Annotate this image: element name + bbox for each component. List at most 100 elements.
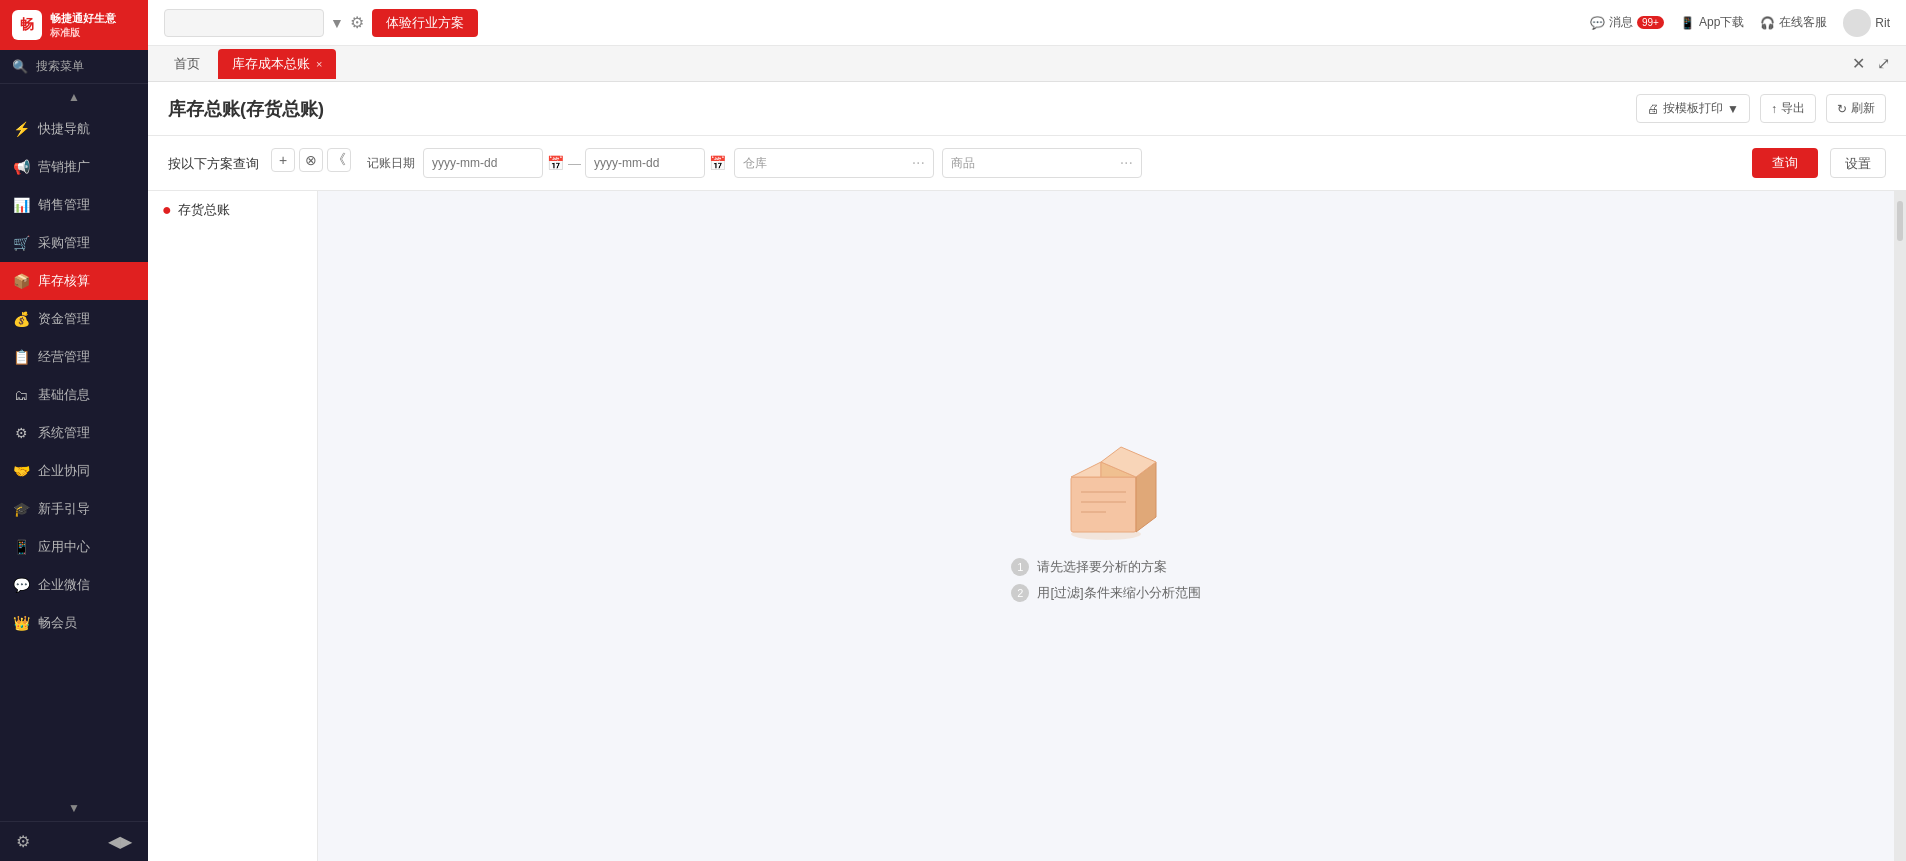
query-button[interactable]: 查询	[1752, 148, 1818, 178]
date-start-input[interactable]	[423, 148, 543, 178]
operations-icon: 📋	[12, 349, 30, 365]
topbar-search-area: ▼ ⚙	[164, 9, 364, 37]
filter-actions: + ⊗ 《	[271, 148, 351, 172]
search-menu-item[interactable]: 🔍 搜索菜单	[0, 50, 148, 84]
refresh-button[interactable]: ↻ 刷新	[1826, 94, 1886, 123]
scroll-up-arrow[interactable]: ▲	[66, 88, 82, 106]
empty-tips: 1 请先选择要分析的方案 2 用[过滤]条件来缩小分析范围	[1011, 558, 1200, 610]
tab-close-icon[interactable]: ×	[316, 58, 322, 70]
sidebar-item-system[interactable]: ⚙ 系统管理	[0, 414, 148, 452]
sidebar-bottom: ⚙ ◀▶	[0, 821, 148, 861]
sidebar-item-app-center[interactable]: 📱 应用中心	[0, 528, 148, 566]
topbar-right: 💬 消息 99+ 📱 App下载 🎧 在线客服 Rit	[1590, 9, 1890, 37]
message-item[interactable]: 💬 消息 99+	[1590, 14, 1664, 31]
topbar-gear-icon[interactable]: ⚙	[350, 13, 364, 32]
headset-icon: 🎧	[1760, 16, 1775, 30]
collapse-icon[interactable]: ◀▶	[108, 832, 132, 851]
tip-item-2: 2 用[过滤]条件来缩小分析范围	[1011, 584, 1200, 602]
print-button[interactable]: 🖨 按模板打印 ▼	[1636, 94, 1750, 123]
search-icon: 🔍	[12, 59, 28, 74]
sidebar-item-guide[interactable]: 🎓 新手引导	[0, 490, 148, 528]
base-info-icon: 🗂	[12, 387, 30, 403]
warehouse-select[interactable]: 仓库 ···	[734, 148, 934, 178]
sidebar-item-finance[interactable]: 💰 资金管理	[0, 300, 148, 338]
user-avatar-item[interactable]: Rit	[1843, 9, 1890, 37]
topbar: ▼ ⚙ 体验行业方案 💬 消息 99+ 📱 App下载 🎧 在线客服 Rit	[148, 0, 1906, 46]
content-area: ● 存货总账	[148, 191, 1906, 861]
sidebar-nav: ⚡ 快捷导航 📢 营销推广 📊 销售管理 🛒 采购管理 📦 库存核算 💰 资金管…	[0, 110, 148, 795]
sidebar-item-inventory[interactable]: 📦 库存核算	[0, 262, 148, 300]
sidebar-item-purchase[interactable]: 🛒 采购管理	[0, 224, 148, 262]
industry-solution-button[interactable]: 体验行业方案	[372, 9, 478, 37]
expand-panel-button[interactable]: ⤢	[1873, 52, 1894, 75]
settings-button[interactable]: 设置	[1830, 148, 1886, 178]
sales-icon: 📊	[12, 197, 30, 213]
right-handle[interactable]	[1897, 201, 1903, 241]
sidebar: 畅 畅捷通好生意 标准版 🔍 搜索菜单 ▲ ⚡ 快捷导航 📢 营销推广 📊 销售…	[0, 0, 148, 861]
calendar-end-icon[interactable]: 📅	[709, 155, 726, 171]
member-icon: 👑	[12, 615, 30, 631]
message-badge: 99+	[1637, 16, 1664, 29]
user-avatar	[1843, 9, 1871, 37]
tab-inventory-ledger[interactable]: 库存成本总账 ×	[218, 49, 336, 79]
export-button[interactable]: ↑ 导出	[1760, 94, 1816, 123]
page-header: 库存总账(存货总账) 🖨 按模板打印 ▼ ↑ 导出 ↻ 刷新	[148, 82, 1906, 136]
online-support-item[interactable]: 🎧 在线客服	[1760, 14, 1827, 31]
filter-area: 按以下方案查询 + ⊗ 《 记账日期 📅 — 📅 仓库 ··· 商品 ···	[148, 136, 1906, 191]
wechat-icon: 💬	[12, 577, 30, 593]
system-icon: ⚙	[12, 425, 30, 441]
tab-home[interactable]: 首页	[160, 49, 214, 79]
add-filter-button[interactable]: +	[271, 148, 295, 172]
app-center-icon: 📱	[12, 539, 30, 555]
topbar-dropdown-arrow[interactable]: ▼	[330, 15, 344, 31]
settings-icon[interactable]: ⚙	[16, 832, 30, 851]
guide-icon: 🎓	[12, 501, 30, 517]
finance-icon: 💰	[12, 311, 30, 327]
date-field-label: 记账日期	[367, 155, 415, 172]
scroll-up-area: ▲	[0, 84, 148, 110]
print-icon: 🖨	[1647, 102, 1659, 116]
empty-illustration	[1046, 442, 1166, 542]
scroll-down-area: ▼	[0, 795, 148, 821]
tip-num-1: 1	[1011, 558, 1029, 576]
sidebar-item-member[interactable]: 👑 畅会员	[0, 604, 148, 642]
export-icon: ↑	[1771, 102, 1777, 116]
calendar-start-icon[interactable]: 📅	[547, 155, 564, 171]
refresh-icon: ↻	[1837, 102, 1847, 116]
sidebar-item-enterprise[interactable]: 🤝 企业协同	[0, 452, 148, 490]
sidebar-item-quick-nav[interactable]: ⚡ 快捷导航	[0, 110, 148, 148]
print-dropdown-arrow[interactable]: ▼	[1727, 102, 1739, 116]
sidebar-item-base-info[interactable]: 🗂 基础信息	[0, 376, 148, 414]
left-panel-inventory-ledger[interactable]: ● 存货总账	[148, 191, 317, 229]
svg-rect-1	[1071, 477, 1136, 532]
inventory-icon: 📦	[12, 273, 30, 289]
goods-more-icon[interactable]: ···	[1120, 154, 1133, 172]
sidebar-item-operations[interactable]: 📋 经营管理	[0, 338, 148, 376]
app-download-item[interactable]: 📱 App下载	[1680, 14, 1744, 31]
date-end-input[interactable]	[585, 148, 705, 178]
warehouse-more-icon[interactable]: ···	[912, 154, 925, 172]
goods-select[interactable]: 商品 ···	[942, 148, 1142, 178]
page-title: 库存总账(存货总账)	[168, 97, 324, 133]
user-name: Rit	[1875, 16, 1890, 30]
left-panel: ● 存货总账	[148, 191, 318, 861]
close-panel-button[interactable]: ✕	[1848, 52, 1869, 75]
sidebar-item-wechat[interactable]: 💬 企业微信	[0, 566, 148, 604]
collapse-filter-button[interactable]: 《	[327, 148, 351, 172]
logo-text: 畅捷通好生意 标准版	[50, 11, 116, 38]
page-header-actions: 🖨 按模板打印 ▼ ↑ 导出 ↻ 刷新	[1636, 94, 1886, 135]
topbar-search-input[interactable]	[164, 9, 324, 37]
empty-state: 1 请先选择要分析的方案 2 用[过滤]条件来缩小分析范围	[1011, 442, 1200, 610]
date-range-group: 📅 — 📅	[423, 148, 726, 178]
right-sidebar	[1894, 191, 1906, 861]
sidebar-item-sales[interactable]: 📊 销售管理	[0, 186, 148, 224]
inventory-ledger-icon: ●	[162, 201, 172, 219]
empty-box-svg	[1046, 442, 1166, 542]
remove-filter-button[interactable]: ⊗	[299, 148, 323, 172]
tip-num-2: 2	[1011, 584, 1029, 602]
filter-label: 按以下方案查询	[168, 148, 259, 173]
scroll-down-arrow[interactable]: ▼	[66, 799, 82, 817]
enterprise-icon: 🤝	[12, 463, 30, 479]
tabs-bar: 首页 库存成本总账 × ✕ ⤢	[148, 46, 1906, 82]
sidebar-item-marketing[interactable]: 📢 营销推广	[0, 148, 148, 186]
